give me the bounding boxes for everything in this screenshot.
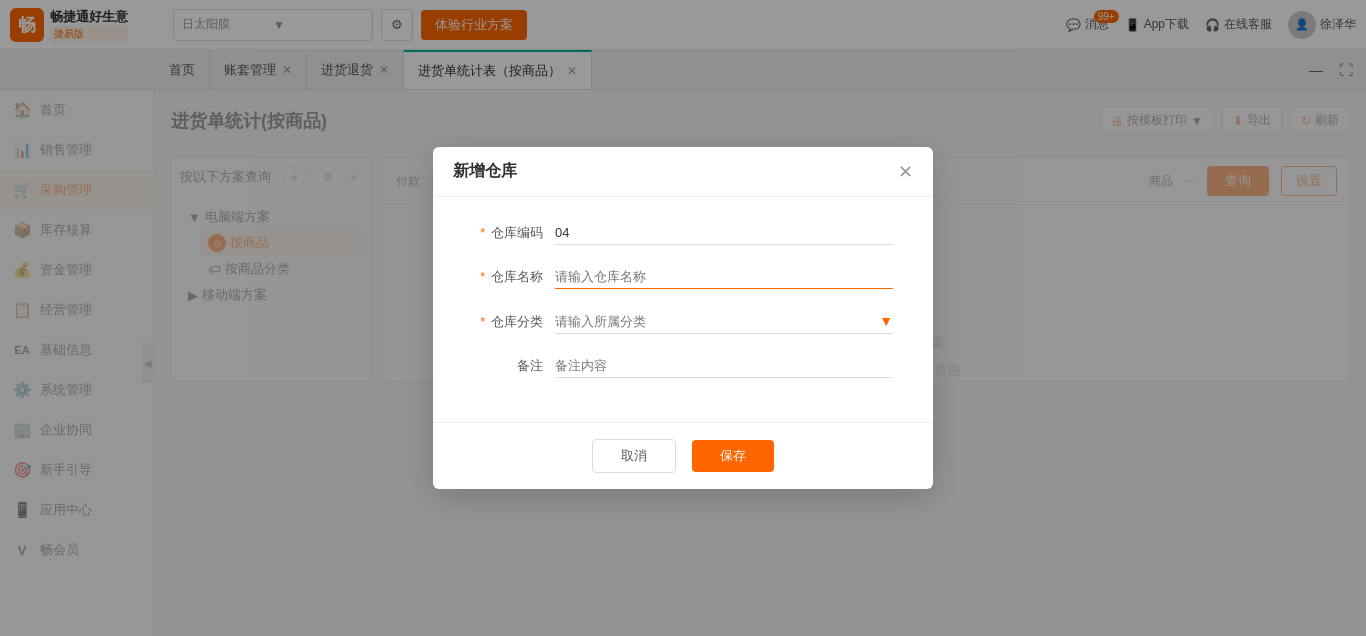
category-dropdown-icon: ▼ <box>879 313 893 329</box>
dialog-close-btn[interactable]: ✕ <box>898 163 913 181</box>
note-input[interactable] <box>555 354 893 378</box>
dialog-overlay: 新增仓库 ✕ * 仓库编码 * 仓库名称 <box>0 0 1366 636</box>
category-label: * 仓库分类 <box>473 313 543 331</box>
add-warehouse-dialog: 新增仓库 ✕ * 仓库编码 * 仓库名称 <box>433 147 933 489</box>
dialog-header: 新增仓库 ✕ <box>433 147 933 197</box>
category-input[interactable] <box>555 314 879 329</box>
form-row-category: * 仓库分类 ▼ <box>473 309 893 334</box>
dialog-body: * 仓库编码 * 仓库名称 * 仓库分类 <box>433 197 933 422</box>
name-label: * 仓库名称 <box>473 268 543 286</box>
name-input[interactable] <box>555 265 893 289</box>
dialog-title: 新增仓库 <box>453 161 517 182</box>
save-button[interactable]: 保存 <box>692 440 774 472</box>
form-row-name: * 仓库名称 <box>473 265 893 289</box>
code-input[interactable] <box>555 221 893 245</box>
dialog-footer: 取消 保存 <box>433 422 933 489</box>
cancel-button[interactable]: 取消 <box>592 439 676 473</box>
form-row-code: * 仓库编码 <box>473 221 893 245</box>
form-row-note: 备注 <box>473 354 893 378</box>
category-select-wrap[interactable]: ▼ <box>555 309 893 334</box>
code-label: * 仓库编码 <box>473 224 543 242</box>
note-label: 备注 <box>473 357 543 375</box>
